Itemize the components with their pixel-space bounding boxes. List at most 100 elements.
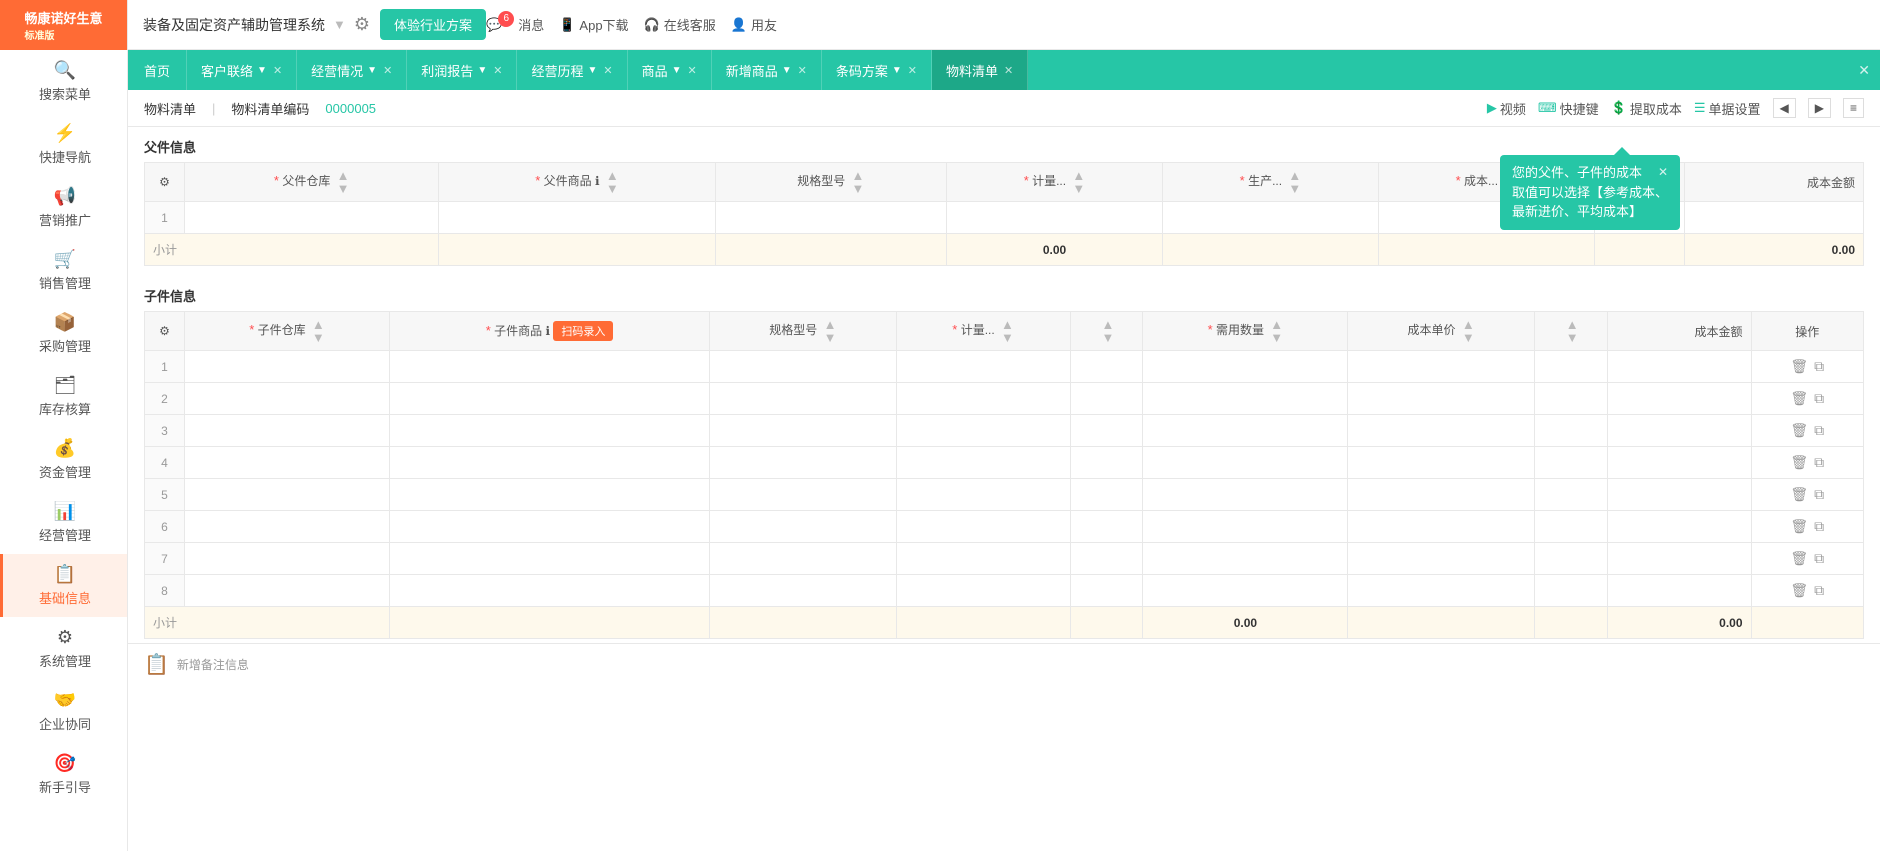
child-cell-goods-5[interactable] bbox=[390, 479, 710, 511]
sidebar-item-guide[interactable]: 🎯新手引导 bbox=[0, 743, 127, 806]
child-cell-goods-8[interactable] bbox=[390, 575, 710, 607]
delete-icon-7[interactable]: 🗑 bbox=[1790, 550, 1808, 567]
child-cell-qty-7[interactable] bbox=[896, 543, 1070, 575]
child-cell-goods-6[interactable] bbox=[390, 511, 710, 543]
parent-cell-qty-1[interactable] bbox=[947, 202, 1163, 234]
child-cell-need-qty-1[interactable] bbox=[1143, 351, 1348, 383]
nav-tab-bom[interactable]: 物料清单✕ bbox=[932, 50, 1028, 90]
child-cell-spec-2[interactable] bbox=[710, 383, 896, 415]
child-cell-need-qty-6[interactable] bbox=[1143, 511, 1348, 543]
extract-cost-button[interactable]: 💲 提取成本 bbox=[1611, 99, 1682, 118]
delete-icon-8[interactable]: 🗑 bbox=[1790, 582, 1808, 599]
child-cell-qty-1[interactable] bbox=[896, 351, 1070, 383]
copy-icon-7[interactable]: ⧉ bbox=[1814, 550, 1824, 567]
child-cell-warehouse-7[interactable] bbox=[185, 543, 390, 575]
child-cell-unit-cost-8[interactable] bbox=[1348, 575, 1534, 607]
nav-tab-goods[interactable]: 商品▼✕ bbox=[628, 50, 712, 90]
child-cell-goods-7[interactable] bbox=[390, 543, 710, 575]
breadcrumb-current[interactable]: 物料清单 bbox=[144, 99, 196, 118]
parent-th-settings[interactable]: ⚙ bbox=[145, 163, 185, 202]
online-service-item[interactable]: 🎧 在线客服 bbox=[644, 15, 716, 34]
child-cell-warehouse-4[interactable] bbox=[185, 447, 390, 479]
child-cell-goods-2[interactable] bbox=[390, 383, 710, 415]
parent-cell-prod-1[interactable] bbox=[1162, 202, 1378, 234]
app-download-item[interactable]: 📱 App下载 bbox=[559, 15, 628, 34]
child-cell-goods-4[interactable] bbox=[390, 447, 710, 479]
nav-tab-close-barcode[interactable]: ✕ bbox=[908, 64, 917, 77]
child-cell-warehouse-2[interactable] bbox=[185, 383, 390, 415]
delete-icon-6[interactable]: 🗑 bbox=[1790, 518, 1808, 535]
delete-icon-5[interactable]: 🗑 bbox=[1790, 486, 1808, 503]
parent-cell-warehouse-1[interactable] bbox=[185, 202, 439, 234]
list-view-button[interactable]: ≡ bbox=[1843, 98, 1864, 118]
child-cell-qty-8[interactable] bbox=[896, 575, 1070, 607]
child-cell-warehouse-6[interactable] bbox=[185, 511, 390, 543]
copy-icon-5[interactable]: ⧉ bbox=[1814, 486, 1824, 503]
parent-cell-spec-1[interactable] bbox=[715, 202, 946, 234]
child-cell-spec-1[interactable] bbox=[710, 351, 896, 383]
shortcut-button[interactable]: ⌨ 快捷键 bbox=[1538, 99, 1599, 118]
child-cell-need-qty-3[interactable] bbox=[1143, 415, 1348, 447]
delete-icon-2[interactable]: 🗑 bbox=[1790, 390, 1808, 407]
child-cell-need-qty-4[interactable] bbox=[1143, 447, 1348, 479]
child-cell-warehouse-1[interactable] bbox=[185, 351, 390, 383]
child-cell-need-qty-5[interactable] bbox=[1143, 479, 1348, 511]
copy-icon-6[interactable]: ⧉ bbox=[1814, 518, 1824, 535]
nav-tab-close-history[interactable]: ✕ bbox=[603, 64, 612, 77]
child-cell-unit-cost-7[interactable] bbox=[1348, 543, 1534, 575]
delete-icon-1[interactable]: 🗑 bbox=[1790, 358, 1808, 375]
child-cell-need-qty-7[interactable] bbox=[1143, 543, 1348, 575]
sidebar-item-system[interactable]: ⚙系统管理 bbox=[0, 617, 127, 680]
nav-tab-close-customer[interactable]: ✕ bbox=[273, 64, 282, 77]
sidebar-item-basic_info[interactable]: 📋基础信息 bbox=[0, 554, 127, 617]
child-cell-unit-cost-6[interactable] bbox=[1348, 511, 1534, 543]
copy-icon-8[interactable]: ⧉ bbox=[1814, 582, 1824, 599]
child-cell-spec-5[interactable] bbox=[710, 479, 896, 511]
add-note-text[interactable]: 新增备注信息 bbox=[177, 656, 249, 673]
sidebar-item-operations[interactable]: 📊经营管理 bbox=[0, 491, 127, 554]
nav-tab-operation[interactable]: 经营情况▼✕ bbox=[297, 50, 407, 90]
next-page-button[interactable]: ▶ bbox=[1808, 98, 1831, 118]
child-cell-need-qty-8[interactable] bbox=[1143, 575, 1348, 607]
child-cell-unit-cost-2[interactable] bbox=[1348, 383, 1534, 415]
nav-tab-profit[interactable]: 利润报告▼✕ bbox=[407, 50, 517, 90]
nav-tab-home[interactable]: 首页 bbox=[128, 50, 187, 90]
child-cell-qty-2[interactable] bbox=[896, 383, 1070, 415]
close-all-tabs-button[interactable]: ✕ bbox=[1858, 62, 1870, 79]
sidebar-item-enterprise[interactable]: 🤝企业协同 bbox=[0, 680, 127, 743]
single-setting-button[interactable]: ☰ 单据设置 bbox=[1694, 99, 1761, 118]
copy-icon-3[interactable]: ⧉ bbox=[1814, 422, 1824, 439]
child-cell-qty-6[interactable] bbox=[896, 511, 1070, 543]
view-video-button[interactable]: ▶ 视频 bbox=[1487, 99, 1526, 118]
settings-icon[interactable]: ⚙ bbox=[354, 14, 370, 35]
sidebar-item-sales[interactable]: 🛒销售管理 bbox=[0, 239, 127, 302]
child-cell-spec-8[interactable] bbox=[710, 575, 896, 607]
nav-tab-close-goods[interactable]: ✕ bbox=[688, 64, 697, 77]
sidebar-item-purchase[interactable]: 📦采购管理 bbox=[0, 302, 127, 365]
child-cell-spec-3[interactable] bbox=[710, 415, 896, 447]
child-cell-unit-cost-4[interactable] bbox=[1348, 447, 1534, 479]
nav-tab-close-profit[interactable]: ✕ bbox=[493, 64, 502, 77]
user-item[interactable]: 👤 用友 bbox=[731, 15, 777, 34]
nav-tab-close-operation[interactable]: ✕ bbox=[383, 64, 392, 77]
nav-tab-close-new_goods[interactable]: ✕ bbox=[798, 64, 807, 77]
copy-icon-4[interactable]: ⧉ bbox=[1814, 454, 1824, 471]
nav-tab-new_goods[interactable]: 新增商品▼✕ bbox=[712, 50, 822, 90]
child-cell-spec-4[interactable] bbox=[710, 447, 896, 479]
scan-input-button[interactable]: 扫码录入 bbox=[553, 321, 613, 341]
child-cell-warehouse-8[interactable] bbox=[185, 575, 390, 607]
experience-button[interactable]: 体验行业方案 bbox=[380, 9, 486, 40]
child-cell-qty-3[interactable] bbox=[896, 415, 1070, 447]
sidebar-item-search[interactable]: 🔍搜索菜单 bbox=[0, 50, 127, 113]
sidebar-item-marketing[interactable]: 📢营销推广 bbox=[0, 176, 127, 239]
child-cell-need-qty-2[interactable] bbox=[1143, 383, 1348, 415]
nav-tab-customer[interactable]: 客户联络▼✕ bbox=[187, 50, 297, 90]
delete-icon-3[interactable]: 🗑 bbox=[1790, 422, 1808, 439]
child-th-settings[interactable]: ⚙ bbox=[145, 312, 185, 351]
child-cell-unit-cost-3[interactable] bbox=[1348, 415, 1534, 447]
copy-icon-1[interactable]: ⧉ bbox=[1814, 358, 1824, 375]
parent-cell-goods-1[interactable] bbox=[439, 202, 715, 234]
nav-tab-history[interactable]: 经营历程▼✕ bbox=[517, 50, 627, 90]
message-item[interactable]: 💬 6 消息 bbox=[486, 15, 544, 34]
nav-tab-close-bom[interactable]: ✕ bbox=[1004, 64, 1013, 77]
